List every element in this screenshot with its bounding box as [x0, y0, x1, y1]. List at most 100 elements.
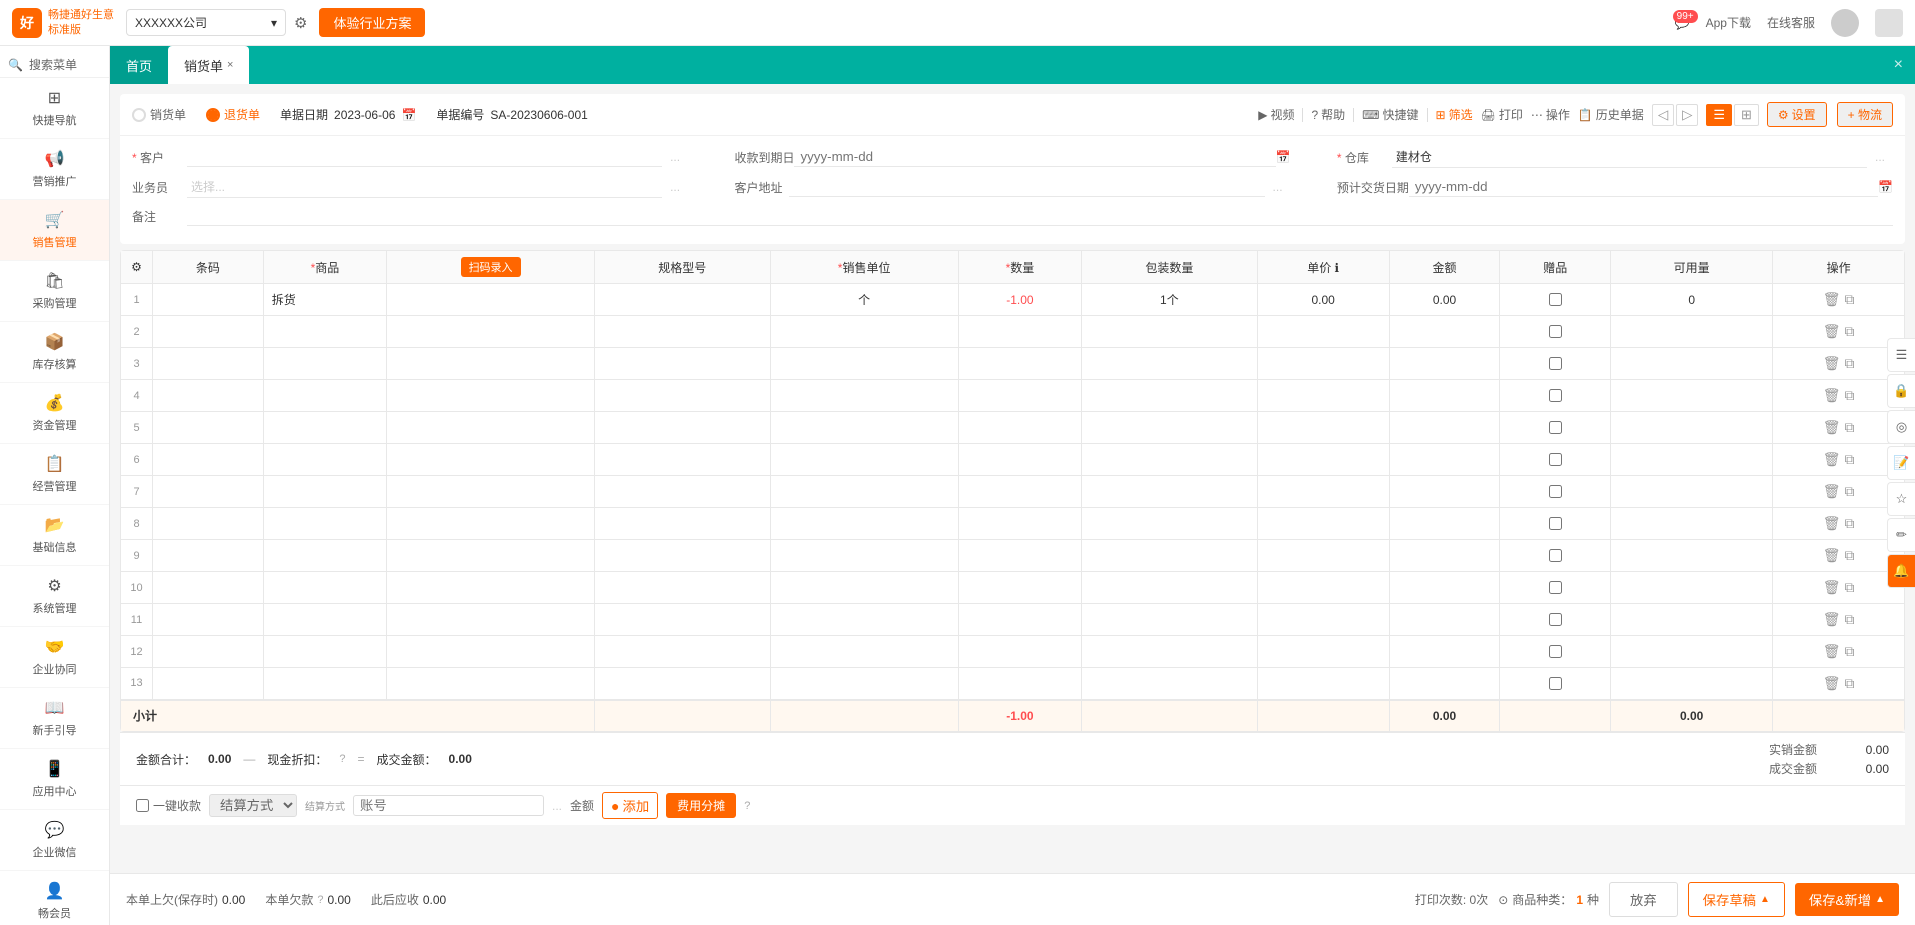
save-new-btn[interactable]: 保存&新增 ▲: [1795, 883, 1899, 916]
cell-unit-price-11[interactable]: [1257, 636, 1389, 668]
cell-unit-price-1[interactable]: [1257, 316, 1389, 348]
cell-gift-2[interactable]: [1500, 348, 1611, 380]
cell-gift-6[interactable]: [1500, 476, 1611, 508]
copy-icon-9[interactable]: ⧉: [1844, 579, 1854, 596]
copy-icon-4[interactable]: ⧉: [1844, 419, 1854, 436]
gift-checkbox-0[interactable]: [1549, 293, 1562, 306]
due-date-input[interactable]: [794, 147, 1275, 167]
cell-pkg-qty-0[interactable]: 1个: [1082, 284, 1258, 316]
sidebar-item-operations[interactable]: 📋 经营管理: [0, 444, 109, 505]
copy-icon-6[interactable]: ⧉: [1844, 483, 1854, 500]
sidebar-item-sales[interactable]: 🛒 销售管理: [0, 200, 109, 261]
bill-type-return[interactable]: 退货单: [206, 106, 260, 123]
cell-product-4[interactable]: [263, 412, 386, 444]
gift-checkbox-8[interactable]: [1549, 549, 1562, 562]
delete-icon-6[interactable]: 🗑: [1823, 483, 1841, 500]
cell-qty-5[interactable]: [958, 444, 1081, 476]
payment-method-select[interactable]: 结算方式: [209, 794, 297, 817]
operate-btn[interactable]: ⋯ 操作: [1531, 106, 1570, 123]
cell-gift-10[interactable]: [1500, 604, 1611, 636]
settings-btn[interactable]: ⚙ 设置: [1767, 102, 1827, 127]
user-avatar[interactable]: [1831, 9, 1859, 37]
one-click-payment-label[interactable]: 一键收款: [136, 797, 201, 814]
customer-dots[interactable]: ...: [670, 150, 680, 164]
cell-product-8[interactable]: [263, 540, 386, 572]
cell-unit-3[interactable]: [770, 380, 958, 412]
sidebar-item-inventory[interactable]: 📦 库存核算: [0, 322, 109, 383]
cell-pkg-qty-2[interactable]: [1082, 348, 1258, 380]
cell-qty-0[interactable]: -1.00: [958, 284, 1081, 316]
gift-checkbox-3[interactable]: [1549, 389, 1562, 402]
delete-icon-9[interactable]: 🗑: [1823, 579, 1841, 596]
gift-checkbox-1[interactable]: [1549, 325, 1562, 338]
cell-amount-1[interactable]: [1389, 316, 1500, 348]
cell-gift-0[interactable]: [1500, 284, 1611, 316]
bill-type-sale[interactable]: 销货单: [132, 106, 186, 123]
cell-unit-9[interactable]: [770, 572, 958, 604]
cell-barcode-1[interactable]: [153, 316, 264, 348]
due-date-calendar-icon[interactable]: 📅: [1276, 150, 1291, 164]
sale-radio-btn[interactable]: [132, 108, 146, 122]
cell-pkg-qty-5[interactable]: [1082, 444, 1258, 476]
cell-product-2[interactable]: [263, 348, 386, 380]
cell-unit-price-6[interactable]: [1257, 476, 1389, 508]
filter-btn[interactable]: ⊞ 筛选: [1436, 106, 1473, 123]
delete-icon-2[interactable]: 🗑: [1823, 355, 1841, 372]
cell-qty-9[interactable]: [958, 572, 1081, 604]
cell-gift-8[interactable]: [1500, 540, 1611, 572]
right-panel-btn-5[interactable]: ☆: [1887, 482, 1915, 516]
cell-unit-price-7[interactable]: [1257, 508, 1389, 540]
cell-unit-2[interactable]: [770, 348, 958, 380]
cell-unit-price-8[interactable]: [1257, 540, 1389, 572]
print-btn[interactable]: 🖨 打印: [1481, 106, 1523, 123]
cash-discount-help-icon[interactable]: ?: [339, 753, 345, 765]
cell-unit-price-5[interactable]: [1257, 444, 1389, 476]
cell-gift-9[interactable]: [1500, 572, 1611, 604]
cell-product-12[interactable]: [263, 668, 386, 700]
th-scan[interactable]: 扫码录入: [387, 251, 595, 284]
cell-unit-6[interactable]: [770, 476, 958, 508]
cell-pkg-qty-8[interactable]: [1082, 540, 1258, 572]
cell-barcode-2[interactable]: [153, 348, 264, 380]
gift-checkbox-12[interactable]: [1549, 677, 1562, 690]
cell-spec-2[interactable]: [595, 348, 771, 380]
video-btn[interactable]: ▶ 视频: [1258, 106, 1294, 123]
cell-unit-price-2[interactable]: [1257, 348, 1389, 380]
product-type-icon[interactable]: ⊙: [1498, 893, 1508, 907]
cell-barcode-12[interactable]: [153, 668, 264, 700]
cell-pkg-qty-12[interactable]: [1082, 668, 1258, 700]
cell-barcode-3[interactable]: [153, 380, 264, 412]
cell-spec-1[interactable]: [595, 316, 771, 348]
cell-spec-8[interactable]: [595, 540, 771, 572]
cell-qty-4[interactable]: [958, 412, 1081, 444]
th-settings[interactable]: ⚙: [121, 251, 153, 284]
search-menu[interactable]: 🔍 搜索菜单: [0, 46, 109, 78]
cell-qty-3[interactable]: [958, 380, 1081, 412]
cell-gift-11[interactable]: [1500, 636, 1611, 668]
sidebar-item-member[interactable]: 👤 畅会员: [0, 871, 109, 925]
sidebar-item-collab[interactable]: 🤝 企业协同: [0, 627, 109, 688]
cell-unit-price-12[interactable]: [1257, 668, 1389, 700]
cell-unit-5[interactable]: [770, 444, 958, 476]
delete-icon-7[interactable]: 🗑: [1823, 515, 1841, 532]
cell-spec-3[interactable]: [595, 380, 771, 412]
salesperson-dots[interactable]: ...: [670, 180, 680, 194]
sidebar-item-apps[interactable]: 📱 应用中心: [0, 749, 109, 810]
copy-icon-11[interactable]: ⧉: [1844, 643, 1854, 660]
prev-record-btn[interactable]: ◁: [1652, 104, 1674, 126]
cell-amount-12[interactable]: [1389, 668, 1500, 700]
delete-icon-1[interactable]: 🗑: [1823, 323, 1841, 340]
warehouse-value[interactable]: 建材仓: [1392, 146, 1867, 168]
one-click-payment-checkbox[interactable]: [136, 799, 149, 812]
cell-barcode-10[interactable]: [153, 604, 264, 636]
cell-barcode-0[interactable]: [153, 284, 264, 316]
app-download-link[interactable]: App下载: [1706, 14, 1751, 31]
cell-qty-11[interactable]: [958, 636, 1081, 668]
cell-unit-11[interactable]: [770, 636, 958, 668]
flow-btn[interactable]: + 物流: [1837, 102, 1893, 127]
copy-icon-8[interactable]: ⧉: [1844, 547, 1854, 564]
cell-amount-4[interactable]: [1389, 412, 1500, 444]
cell-barcode-5[interactable]: [153, 444, 264, 476]
cell-product-0[interactable]: 拆货: [263, 284, 386, 316]
sidebar-item-finance[interactable]: 💰 资金管理: [0, 383, 109, 444]
